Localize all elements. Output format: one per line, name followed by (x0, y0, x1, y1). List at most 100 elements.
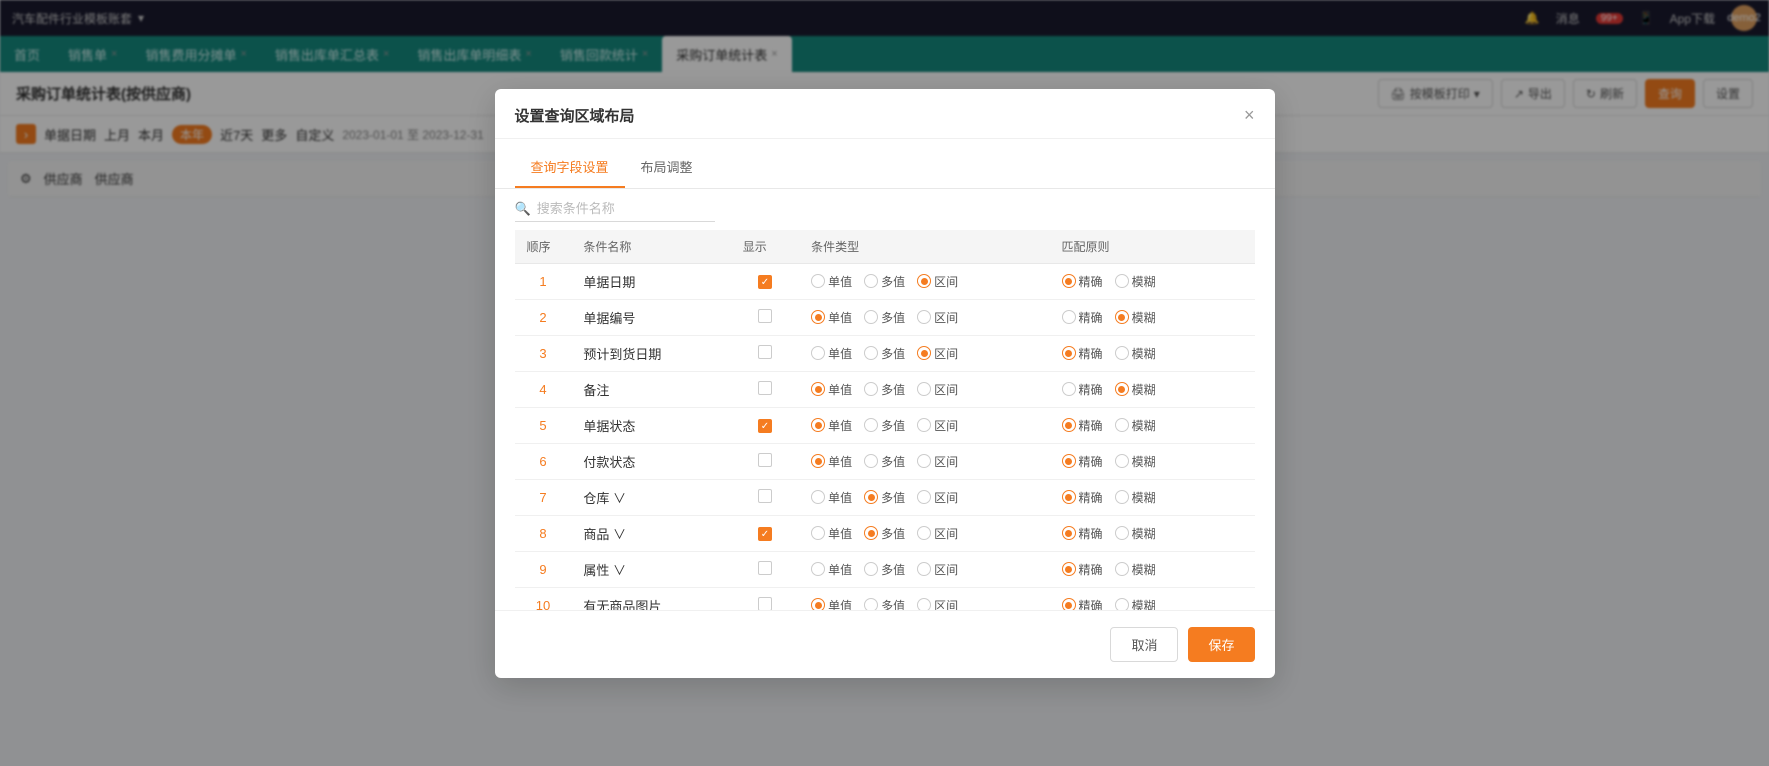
type-radio-单值[interactable]: 单值 (811, 453, 852, 470)
tab-layout-adjust[interactable]: 布局调整 (625, 151, 709, 188)
settings-dialog: 设置查询区域布局 × 查询字段设置 布局调整 🔍 顺序 (495, 89, 1275, 678)
type-radio-多值[interactable]: 多值 (864, 273, 905, 290)
row-display[interactable] (731, 371, 799, 407)
type-radio-区间[interactable]: 区间 (917, 309, 958, 326)
match-radio-精确[interactable]: 精确 (1062, 345, 1103, 362)
dialog-close-button[interactable]: × (1244, 106, 1255, 124)
type-radio-单值[interactable]: 单值 (811, 381, 852, 398)
match-radio-模糊[interactable]: 模糊 (1115, 561, 1156, 578)
match-radio-精确[interactable]: 精确 (1062, 417, 1103, 434)
type-radio-多值[interactable]: 多值 (864, 453, 905, 470)
row-name: 付款状态 (571, 443, 730, 479)
row-display[interactable]: ✓ (731, 263, 799, 299)
match-radio-精确[interactable]: 精确 (1062, 273, 1103, 290)
type-radio-多值[interactable]: 多值 (864, 489, 905, 506)
row-display[interactable] (731, 299, 799, 335)
row-type: 单值多值区间 (799, 371, 1049, 407)
match-radio-模糊[interactable]: 模糊 (1115, 381, 1156, 398)
row-order: 1 (515, 263, 572, 299)
match-radio-模糊[interactable]: 模糊 (1115, 489, 1156, 506)
type-radio-区间[interactable]: 区间 (917, 453, 958, 470)
row-match: 精确模糊 (1050, 515, 1255, 551)
radio-circle (1115, 526, 1129, 540)
display-checkbox[interactable] (758, 381, 772, 395)
radio-circle (864, 382, 878, 396)
row-display[interactable]: ✓ (731, 515, 799, 551)
match-radio-精确[interactable]: 精确 (1062, 561, 1103, 578)
row-display[interactable] (731, 551, 799, 587)
type-radio-单值[interactable]: 单值 (811, 525, 852, 542)
th-order: 顺序 (515, 230, 572, 264)
row-match: 精确模糊 (1050, 371, 1255, 407)
type-radio-单值[interactable]: 单值 (811, 309, 852, 326)
match-radio-模糊[interactable]: 模糊 (1115, 273, 1156, 290)
match-radio-模糊[interactable]: 模糊 (1115, 309, 1156, 326)
match-radio-模糊[interactable]: 模糊 (1115, 345, 1156, 362)
type-radio-单值[interactable]: 单值 (811, 417, 852, 434)
display-checkbox[interactable] (758, 309, 772, 323)
type-radio-单值[interactable]: 单值 (811, 561, 852, 578)
row-match: 精确模糊 (1050, 443, 1255, 479)
match-radio-模糊[interactable]: 模糊 (1115, 525, 1156, 542)
row-type: 单值多值区间 (799, 263, 1049, 299)
radio-circle (917, 274, 931, 288)
row-display[interactable] (731, 443, 799, 479)
type-radio-区间[interactable]: 区间 (917, 561, 958, 578)
display-checkbox[interactable] (758, 345, 772, 359)
tab-query-fields[interactable]: 查询字段设置 (515, 151, 625, 188)
type-radio-多值[interactable]: 多值 (864, 345, 905, 362)
type-radio-多值[interactable]: 多值 (864, 417, 905, 434)
table-row: 7仓库 ∨单值多值区间精确模糊 (515, 479, 1255, 515)
type-radio-单值[interactable]: 单值 (811, 597, 852, 610)
radio-circle (864, 418, 878, 432)
display-checkbox[interactable] (758, 561, 772, 575)
display-checkbox[interactable]: ✓ (758, 419, 772, 433)
row-order: 4 (515, 371, 572, 407)
row-name: 属性 ∨ (571, 551, 730, 587)
row-display[interactable]: ✓ (731, 407, 799, 443)
cancel-button[interactable]: 取消 (1110, 627, 1178, 662)
row-display[interactable] (731, 587, 799, 610)
table-row: 4备注单值多值区间精确模糊 (515, 371, 1255, 407)
type-radio-区间[interactable]: 区间 (917, 345, 958, 362)
th-type: 条件类型 (799, 230, 1049, 264)
table-row: 2单据编号单值多值区间精确模糊 (515, 299, 1255, 335)
type-radio-多值[interactable]: 多值 (864, 381, 905, 398)
radio-circle (1115, 310, 1129, 324)
type-radio-区间[interactable]: 区间 (917, 381, 958, 398)
type-radio-多值[interactable]: 多值 (864, 525, 905, 542)
type-radio-区间[interactable]: 区间 (917, 525, 958, 542)
type-radio-多值[interactable]: 多值 (864, 309, 905, 326)
radio-circle (1115, 274, 1129, 288)
type-radio-单值[interactable]: 单值 (811, 273, 852, 290)
match-radio-精确[interactable]: 精确 (1062, 453, 1103, 470)
display-checkbox[interactable] (758, 489, 772, 503)
match-radio-精确[interactable]: 精确 (1062, 525, 1103, 542)
match-radio-模糊[interactable]: 模糊 (1115, 453, 1156, 470)
match-radio-模糊[interactable]: 模糊 (1115, 417, 1156, 434)
display-checkbox[interactable]: ✓ (758, 527, 772, 541)
type-radio-区间[interactable]: 区间 (917, 489, 958, 506)
match-radio-精确[interactable]: 精确 (1062, 309, 1103, 326)
match-radio-模糊[interactable]: 模糊 (1115, 597, 1156, 610)
match-radio-精确[interactable]: 精确 (1062, 597, 1103, 610)
row-display[interactable] (731, 479, 799, 515)
row-display[interactable] (731, 335, 799, 371)
type-radio-区间[interactable]: 区间 (917, 417, 958, 434)
type-radio-单值[interactable]: 单值 (811, 345, 852, 362)
match-radio-精确[interactable]: 精确 (1062, 489, 1103, 506)
radio-circle (811, 310, 825, 324)
match-radio-精确[interactable]: 精确 (1062, 381, 1103, 398)
row-type: 单值多值区间 (799, 479, 1049, 515)
radio-circle (917, 310, 931, 324)
type-radio-多值[interactable]: 多值 (864, 597, 905, 610)
type-radio-多值[interactable]: 多值 (864, 561, 905, 578)
display-checkbox[interactable]: ✓ (758, 275, 772, 289)
search-input[interactable] (537, 201, 697, 216)
display-checkbox[interactable] (758, 453, 772, 467)
type-radio-区间[interactable]: 区间 (917, 597, 958, 610)
save-button[interactable]: 保存 (1188, 627, 1254, 662)
type-radio-单值[interactable]: 单值 (811, 489, 852, 506)
display-checkbox[interactable] (758, 597, 772, 610)
type-radio-区间[interactable]: 区间 (917, 273, 958, 290)
